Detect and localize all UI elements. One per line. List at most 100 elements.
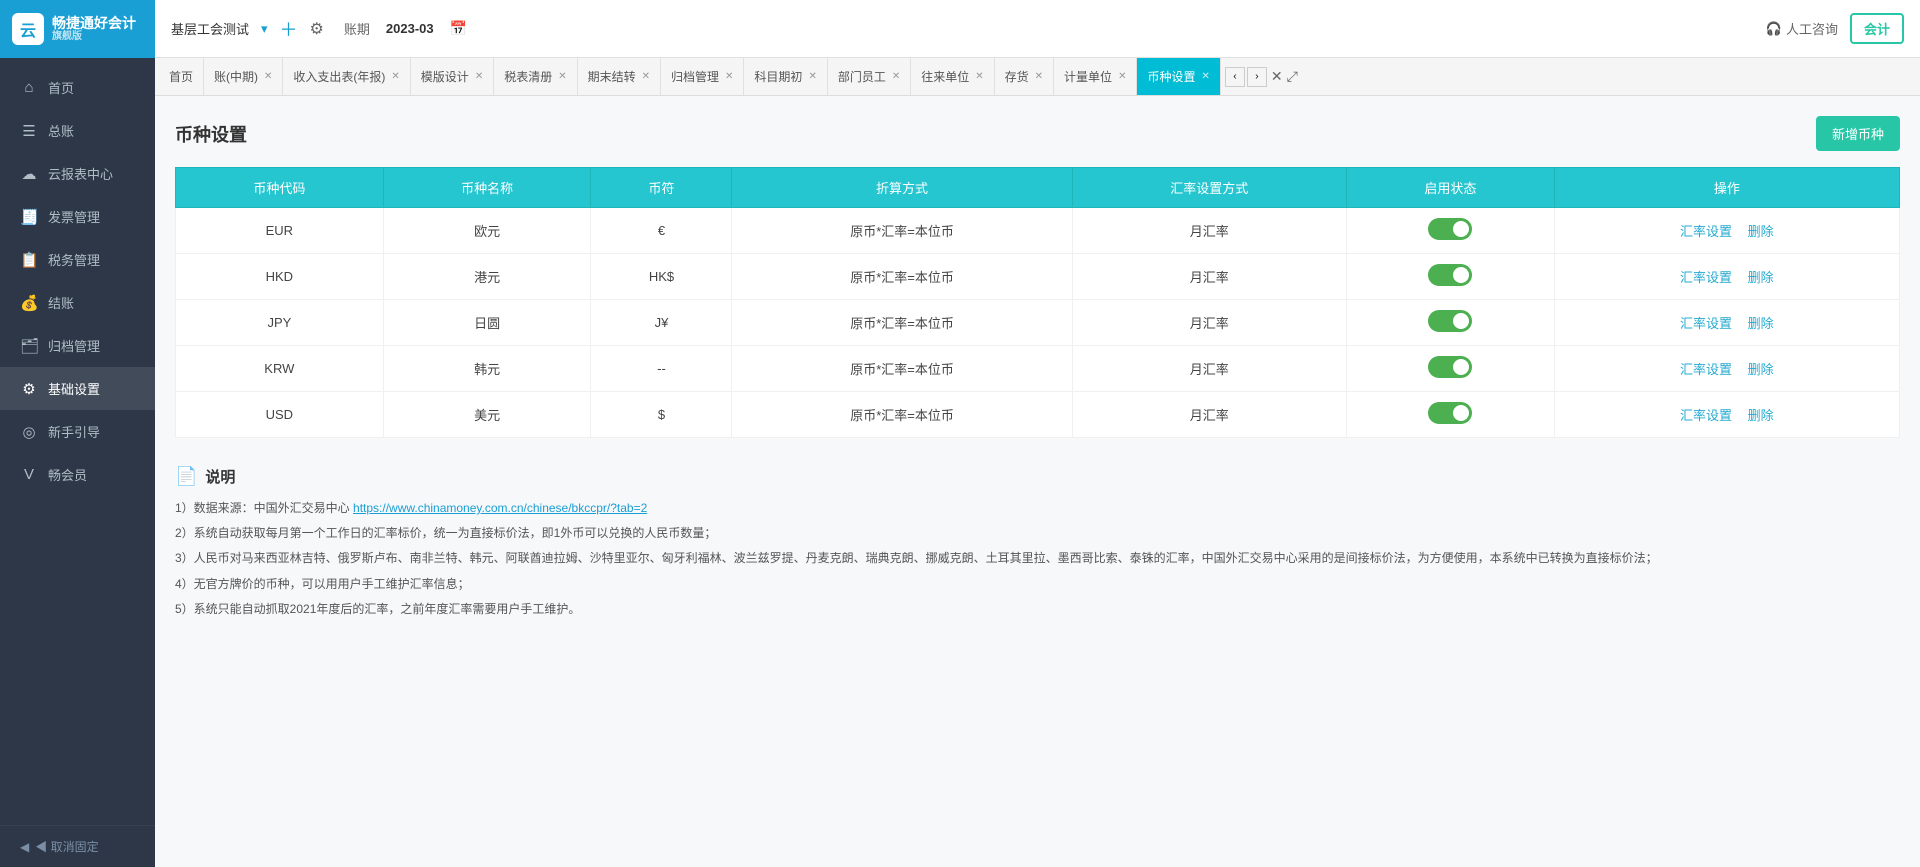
sidebar-label-reports: 云报表中心 — [48, 164, 113, 183]
cell-actions: 汇率设置 删除 — [1554, 300, 1899, 346]
delete-link[interactable]: 删除 — [1748, 316, 1774, 331]
tab-period-label: 账(中期) — [214, 68, 258, 85]
toggle-knob — [1453, 267, 1469, 283]
tabs-prev-btn[interactable]: ‹ — [1225, 67, 1245, 87]
tab-tax[interactable]: 税表清册 ✕ — [494, 58, 577, 95]
main-area: 基层工会测试 ▾ ＋ ⚙ 账期 2023-03 📅 🎧 人工咨询 会计 首页 账… — [155, 0, 1920, 867]
new-currency-btn[interactable]: 新增币种 — [1816, 116, 1900, 151]
sidebar-item-guide[interactable]: ◎ 新手引导 — [0, 410, 155, 453]
enable-toggle[interactable] — [1428, 356, 1472, 378]
tabs-bar: 首页 账(中期) ✕ 收入支出表(年报) ✕ 模版设计 ✕ 税表清册 ✕ 期末结… — [155, 58, 1920, 96]
rate-setting-link[interactable]: 汇率设置 — [1680, 408, 1732, 423]
logo-icon: 云 — [12, 13, 44, 45]
tab-template[interactable]: 模版设计 ✕ — [411, 58, 494, 95]
sidebar: 云 畅捷通好会计 旗舰版 ⌂ 首页 ☰ 总账 ☁ 云报表中心 🧾 发票管理 📋 … — [0, 0, 155, 867]
project-name: 基层工会测试 — [171, 19, 249, 38]
tab-currency[interactable]: 币种设置 ✕ — [1137, 58, 1220, 95]
sidebar-nav: ⌂ 首页 ☰ 总账 ☁ 云报表中心 🧾 发票管理 📋 税务管理 💰 结账 🗂 归… — [0, 58, 155, 825]
cell-rate-type: 月汇率 — [1072, 392, 1346, 438]
tab-inventory[interactable]: 存货 ✕ — [995, 58, 1054, 95]
toggle-knob — [1453, 359, 1469, 375]
add-tab-btn[interactable]: ＋ — [280, 16, 298, 42]
cell-toggle[interactable] — [1346, 300, 1554, 346]
cell-code: USD — [176, 392, 384, 438]
expand-tabs-btn[interactable]: ⤢ — [1287, 68, 1298, 85]
cell-name: 美元 — [383, 392, 591, 438]
cell-actions: 汇率设置 删除 — [1554, 208, 1899, 254]
tab-template-close[interactable]: ✕ — [475, 71, 483, 82]
cell-toggle[interactable] — [1346, 392, 1554, 438]
sidebar-item-tax[interactable]: 📋 税务管理 — [0, 238, 155, 281]
sidebar-pin-toggle[interactable]: ◀ ◀ 取消固定 — [0, 825, 155, 867]
sidebar-item-reports[interactable]: ☁ 云报表中心 — [0, 152, 155, 195]
tab-dept-close[interactable]: ✕ — [892, 71, 900, 82]
tab-contacts-label: 往来单位 — [921, 68, 969, 85]
tab-archive-close[interactable]: ✕ — [725, 71, 733, 82]
col-actions: 操作 — [1554, 168, 1899, 208]
tab-units[interactable]: 计量单位 ✕ — [1054, 58, 1137, 95]
sidebar-item-checkout[interactable]: 💰 结账 — [0, 281, 155, 324]
support-btn[interactable]: 🎧 人工咨询 — [1766, 19, 1838, 38]
col-status: 启用状态 — [1346, 168, 1554, 208]
pin-icon: ◀ — [20, 840, 29, 854]
dropdown-icon[interactable]: ▾ — [261, 21, 268, 37]
content-area: 币种设置 新增币种 币种代码 币种名称 币符 折算方式 汇率设置方式 启用状态 … — [155, 96, 1920, 867]
tab-home[interactable]: 首页 — [159, 58, 204, 95]
tab-yearend[interactable]: 期末结转 ✕ — [578, 58, 661, 95]
sidebar-item-ledger[interactable]: ☰ 总账 — [0, 109, 155, 152]
tab-income-close[interactable]: ✕ — [391, 71, 399, 82]
close-all-tabs-btn[interactable]: ✕ — [1271, 68, 1283, 85]
cell-name: 日圆 — [383, 300, 591, 346]
rate-setting-link[interactable]: 汇率设置 — [1680, 362, 1732, 377]
delete-link[interactable]: 删除 — [1748, 362, 1774, 377]
enable-toggle[interactable] — [1428, 218, 1472, 240]
delete-link[interactable]: 删除 — [1748, 408, 1774, 423]
page-header: 币种设置 新增币种 — [175, 116, 1900, 151]
tab-dept[interactable]: 部门员工 ✕ — [828, 58, 911, 95]
tab-archive[interactable]: 归档管理 ✕ — [661, 58, 744, 95]
rate-setting-link[interactable]: 汇率设置 — [1680, 270, 1732, 285]
tab-currency-close[interactable]: ✕ — [1201, 71, 1209, 82]
home-icon: ⌂ — [20, 79, 38, 96]
sidebar-item-archive[interactable]: 🗂 归档管理 — [0, 324, 155, 367]
enable-toggle[interactable] — [1428, 310, 1472, 332]
cell-toggle[interactable] — [1346, 208, 1554, 254]
tab-inventory-close[interactable]: ✕ — [1035, 71, 1043, 82]
sidebar-label-settings: 基础设置 — [48, 379, 100, 398]
enable-toggle[interactable] — [1428, 402, 1472, 424]
cell-name: 韩元 — [383, 346, 591, 392]
tab-subjects-label: 科目期初 — [754, 68, 802, 85]
delete-link[interactable]: 删除 — [1748, 270, 1774, 285]
accounting-btn[interactable]: 会计 — [1850, 13, 1904, 44]
notes-link[interactable]: https://www.chinamoney.com.cn/chinese/bk… — [353, 501, 647, 515]
cell-actions: 汇率设置 删除 — [1554, 254, 1899, 300]
tab-income[interactable]: 收入支出表(年报) ✕ — [283, 58, 410, 95]
tab-tax-close[interactable]: ✕ — [558, 71, 566, 82]
config-icon[interactable]: ⚙ — [310, 19, 324, 39]
ledger-icon: ☰ — [20, 122, 38, 140]
tab-period-close[interactable]: ✕ — [264, 71, 272, 82]
tab-units-close[interactable]: ✕ — [1118, 71, 1126, 82]
tab-contacts-close[interactable]: ✕ — [975, 71, 983, 82]
sidebar-item-settings[interactable]: ⚙ 基础设置 — [0, 367, 155, 410]
tab-contacts[interactable]: 往来单位 ✕ — [911, 58, 994, 95]
enable-toggle[interactable] — [1428, 264, 1472, 286]
sidebar-item-member[interactable]: V 畅会员 — [0, 453, 155, 496]
calendar-icon[interactable]: 📅 — [450, 20, 467, 37]
cell-symbol: J¥ — [591, 300, 732, 346]
cell-toggle[interactable] — [1346, 254, 1554, 300]
cell-code: JPY — [176, 300, 384, 346]
rate-setting-link[interactable]: 汇率设置 — [1680, 224, 1732, 239]
cell-rate-type: 月汇率 — [1072, 254, 1346, 300]
notes-item: 5）系统只能自动抓取2021年度后的汇率，之前年度汇率需要用户手工维护。 — [175, 600, 1900, 619]
tab-period[interactable]: 账(中期) ✕ — [204, 58, 283, 95]
tab-yearend-close[interactable]: ✕ — [642, 71, 650, 82]
sidebar-item-home[interactable]: ⌂ 首页 — [0, 66, 155, 109]
delete-link[interactable]: 删除 — [1748, 224, 1774, 239]
tabs-next-btn[interactable]: › — [1247, 67, 1267, 87]
sidebar-item-invoice[interactable]: 🧾 发票管理 — [0, 195, 155, 238]
tab-subjects[interactable]: 科目期初 ✕ — [744, 58, 827, 95]
rate-setting-link[interactable]: 汇率设置 — [1680, 316, 1732, 331]
cell-toggle[interactable] — [1346, 346, 1554, 392]
tab-subjects-close[interactable]: ✕ — [808, 71, 816, 82]
